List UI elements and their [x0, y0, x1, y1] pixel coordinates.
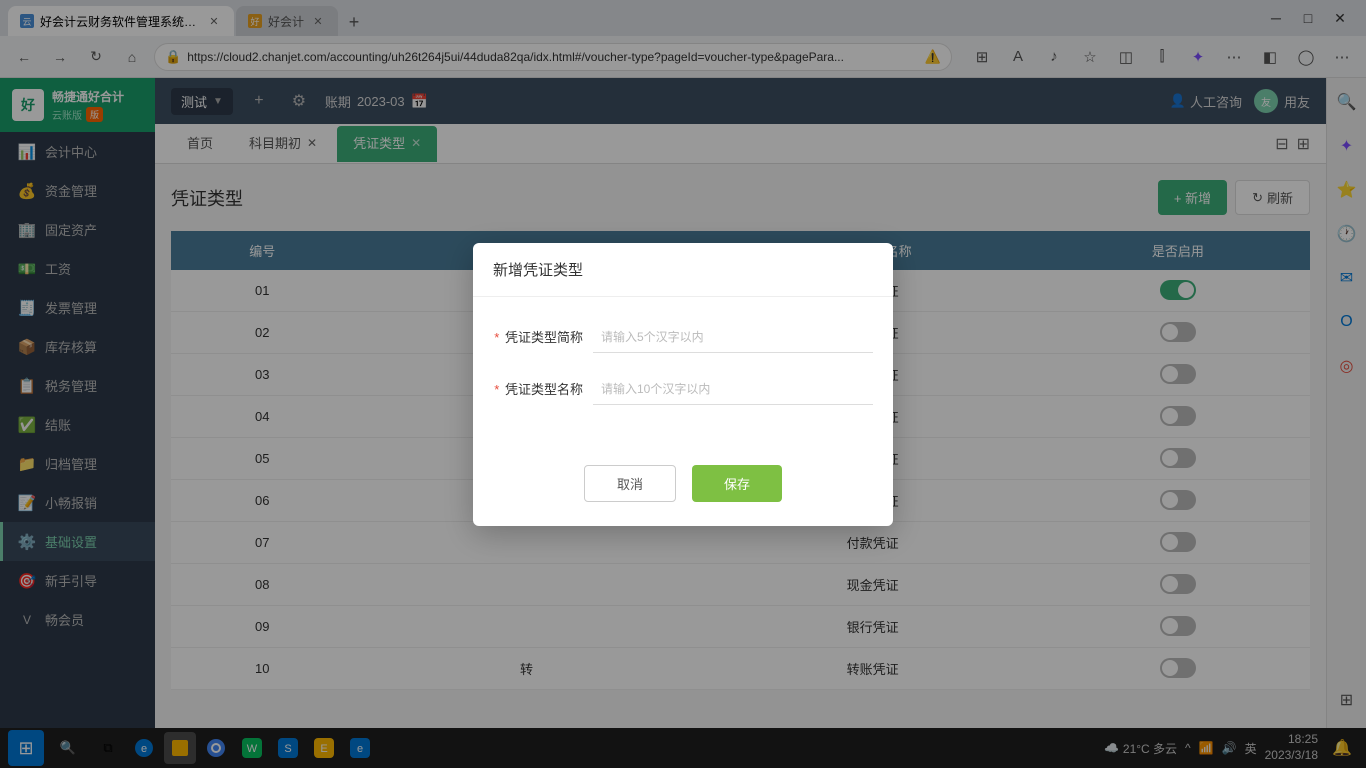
form-label-short: * 凭证类型简称 — [493, 327, 593, 346]
form-label-name: * 凭证类型名称 — [493, 379, 593, 398]
dialog-title: 新增凭证类型 — [493, 262, 583, 279]
name-input[interactable] — [593, 373, 873, 405]
dialog-body: * 凭证类型简称 * 凭证类型名称 — [473, 297, 893, 449]
dialog-header: 新增凭证类型 — [473, 243, 893, 297]
form-row-name: * 凭证类型名称 — [493, 373, 873, 405]
short-input[interactable] — [593, 321, 873, 353]
save-button[interactable]: 保存 — [692, 465, 782, 502]
dialog: 新增凭证类型 * 凭证类型简称 * 凭证类型名称 取消 保存 — [473, 243, 893, 526]
required-mark-1: * — [494, 330, 499, 345]
dialog-overlay: 新增凭证类型 * 凭证类型简称 * 凭证类型名称 取消 保存 — [0, 0, 1366, 768]
cancel-button[interactable]: 取消 — [584, 465, 676, 502]
form-row-short: * 凭证类型简称 — [493, 321, 873, 353]
dialog-footer: 取消 保存 — [473, 449, 893, 526]
required-mark-2: * — [494, 382, 499, 397]
